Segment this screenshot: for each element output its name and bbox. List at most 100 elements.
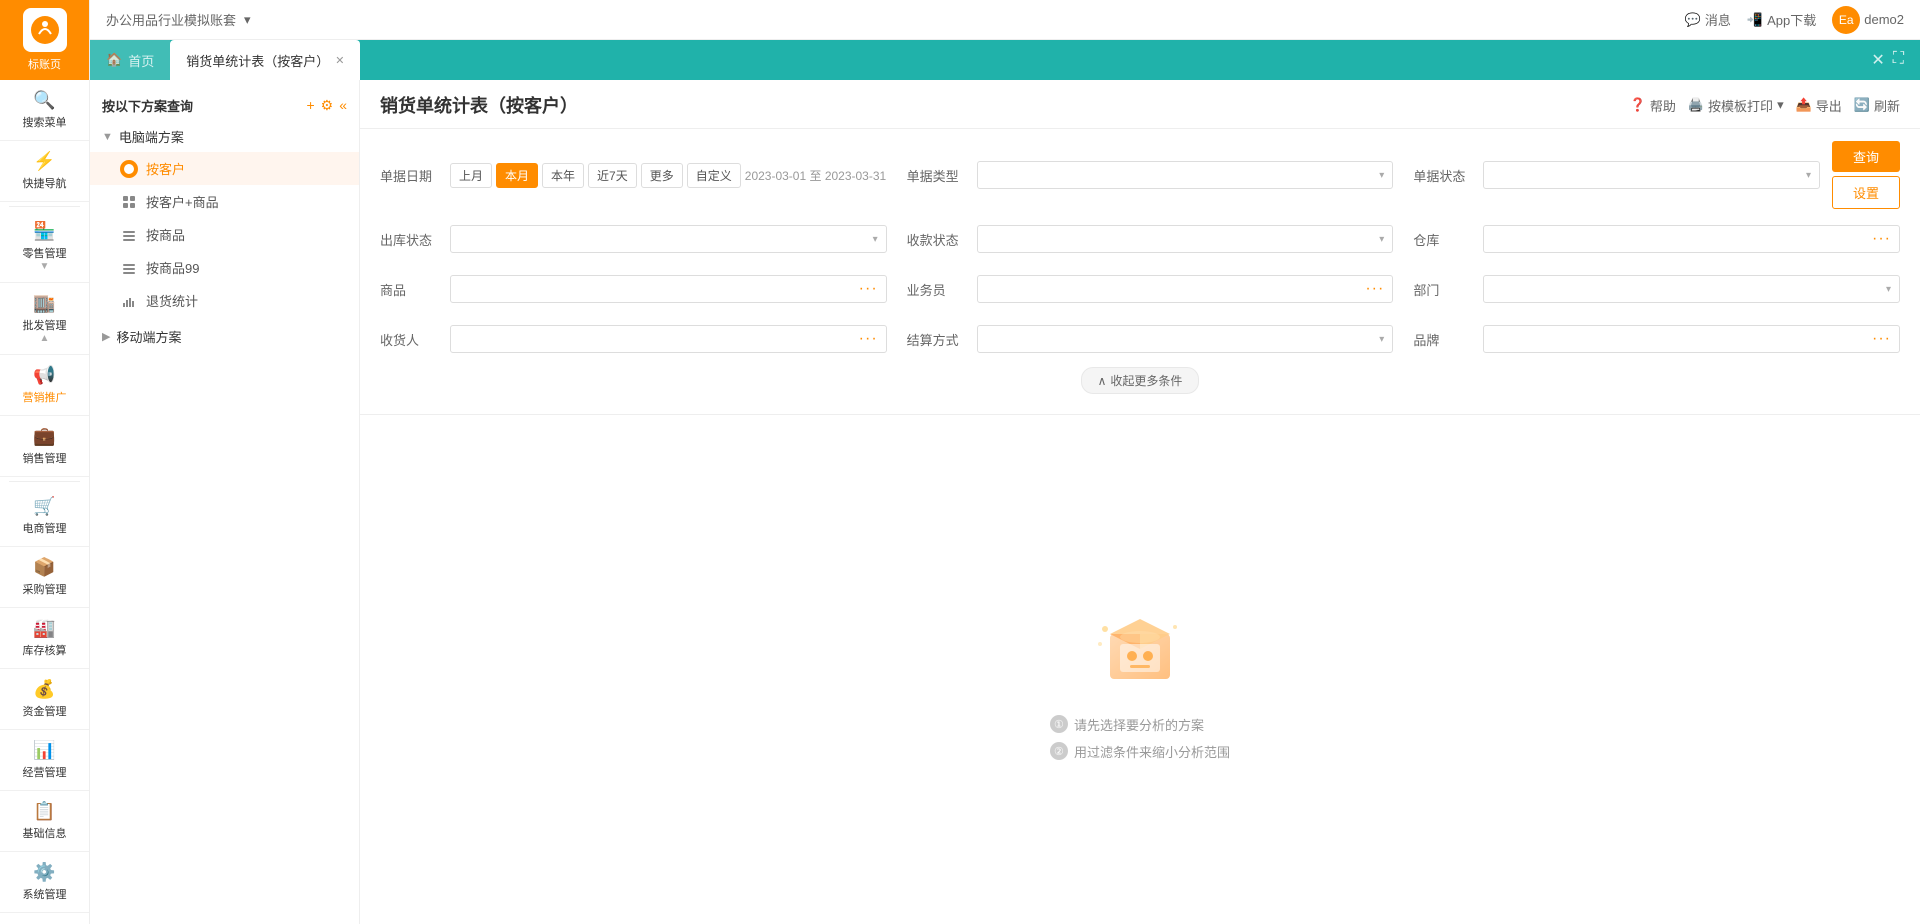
tabbar: 🏠 首页 销货单统计表（按客户） ✕ ✕ ⛶ — [90, 40, 1920, 80]
refresh-btn[interactable]: 🔄 刷新 — [1854, 96, 1900, 115]
settlement-control[interactable]: ▾ — [977, 325, 1394, 353]
scheme-item-by-product99[interactable]: 按商品99 — [90, 251, 359, 284]
order-status-control[interactable]: ▾ — [1483, 161, 1820, 189]
date-btn-this-year[interactable]: 本年 — [542, 163, 584, 188]
warehouse-dots[interactable]: ··· — [1872, 230, 1891, 248]
ship-status-label: 出库状态 — [380, 230, 450, 249]
scheme-item-by-customer-product[interactable]: 按客户+商品 — [90, 185, 359, 218]
brand-dots[interactable]: ··· — [1872, 330, 1891, 348]
help-btn[interactable]: ❓ 帮助 — [1630, 96, 1676, 115]
query-btn[interactable]: 查询 — [1832, 141, 1900, 172]
payment-status-control[interactable]: ▾ — [977, 225, 1394, 253]
sidebar-item-system[interactable]: ⚙️ 系统管理 — [0, 852, 89, 913]
sidebar-item-finance-label: 资金管理 — [23, 703, 67, 719]
tab-close-icon[interactable]: ✕ — [335, 54, 344, 67]
scheme-group-pc-header[interactable]: ▼ 电脑端方案 — [90, 121, 359, 152]
sales-icon: 💼 — [33, 426, 55, 447]
salesperson-label: 业务员 — [907, 280, 977, 299]
date-btn-custom[interactable]: 自定义 — [687, 163, 741, 188]
tab-home[interactable]: 🏠 首页 — [90, 40, 170, 80]
topbar-dropdown-icon[interactable]: ▾ — [244, 12, 251, 28]
sidebar-item-retail[interactable]: 🏪 零售管理 ▼ — [0, 211, 89, 283]
sidebar-item-wholesale-label: 批发管理 — [23, 317, 67, 333]
sidebar-item-ecommerce[interactable]: 🛒 电商管理 — [0, 486, 89, 547]
filter-brand: 品牌 ··· — [1393, 319, 1900, 359]
by-customer-product-icon — [120, 193, 138, 211]
system-icon: ⚙️ — [33, 862, 55, 883]
dept-control[interactable]: ▾ — [1483, 275, 1900, 303]
payment-status-arrow: ▾ — [1379, 234, 1384, 245]
wholesale-icon: 🏬 — [33, 293, 55, 314]
date-btn-last-month[interactable]: 上月 — [450, 163, 492, 188]
message-icon: 💬 — [1685, 12, 1701, 28]
logo-icon — [23, 8, 67, 52]
setting-btn[interactable]: 设置 — [1832, 176, 1900, 209]
sidebar-item-inventory[interactable]: 🏭 库存核算 — [0, 608, 89, 669]
product-dots[interactable]: ··· — [859, 280, 878, 298]
left-panel-actions: + ⚙ « — [306, 97, 347, 114]
home-icon: 🏠 — [106, 52, 122, 68]
sidebar-item-enterprise[interactable]: 🤝 企业协同 — [0, 913, 89, 924]
consignee-dots[interactable]: ··· — [859, 330, 878, 348]
product-control[interactable]: ··· — [450, 275, 887, 303]
print-btn[interactable]: 🖨️ 按模板打印 ▾ — [1688, 96, 1784, 115]
app-download-btn[interactable]: 📲 App下载 — [1747, 10, 1816, 29]
sidebar-item-sales-label: 销售管理 — [23, 450, 67, 466]
sidebar-item-marketing[interactable]: 📢 营销推广 — [0, 355, 89, 416]
ship-status-control[interactable]: ▾ — [450, 225, 887, 253]
export-btn[interactable]: 📤 导出 — [1796, 96, 1842, 115]
collapse-label: 收起更多条件 — [1110, 372, 1182, 389]
settlement-label: 结算方式 — [907, 330, 977, 349]
consignee-control[interactable]: ··· — [450, 325, 887, 353]
message-btn[interactable]: 💬 消息 — [1685, 10, 1731, 29]
filter-settlement: 结算方式 ▾ — [887, 319, 1394, 359]
scheme-item-by-customer[interactable]: 按客户 — [90, 152, 359, 185]
page-actions: ❓ 帮助 🖨️ 按模板打印 ▾ 📤 导出 🔄 刷新 — [1630, 96, 1900, 115]
date-btn-more[interactable]: 更多 — [641, 163, 683, 188]
sidebar-item-basic-label: 基础信息 — [23, 825, 67, 841]
scheme-add-btn[interactable]: + — [306, 97, 314, 114]
sidebar-item-quicknav[interactable]: ⚡ 快捷导航 — [0, 141, 89, 202]
date-btn-this-month[interactable]: 本月 — [496, 163, 538, 188]
date-btn-7days[interactable]: 近7天 — [588, 163, 637, 188]
tip-num-2: ② — [1050, 742, 1068, 760]
by-product99-icon — [120, 259, 138, 277]
scheme-item-by-product[interactable]: 按商品 — [90, 218, 359, 251]
brand-control[interactable]: ··· — [1483, 325, 1900, 353]
refresh-icon: 🔄 — [1854, 97, 1870, 113]
order-type-control[interactable]: ▾ — [977, 161, 1394, 189]
salesperson-control[interactable]: ··· — [977, 275, 1394, 303]
inventory-icon: 🏭 — [33, 618, 55, 639]
scheme-item-return-stat[interactable]: 退货统计 — [90, 284, 359, 317]
page-title: 销货单统计表（按客户） — [380, 92, 578, 118]
warehouse-control[interactable]: ··· — [1483, 225, 1900, 253]
tab-close-all-btn[interactable]: ✕ — [1871, 50, 1884, 70]
filter-dept: 部门 ▾ — [1393, 269, 1900, 309]
scheme-group-mobile-header[interactable]: ▶ 移动端方案 — [90, 321, 359, 352]
sidebar-item-inventory-label: 库存核算 — [23, 642, 67, 658]
product-label: 商品 — [380, 280, 450, 299]
pc-group-label: 电脑端方案 — [119, 127, 184, 146]
ship-status-arrow: ▾ — [873, 234, 878, 245]
filter-date: 单据日期 上月 本月 本年 近7天 更多 自定义 2023-03-01 至 20… — [380, 141, 887, 209]
tab-sales-stat[interactable]: 销货单统计表（按客户） ✕ — [170, 40, 360, 80]
topbar: 办公用品行业模拟账套 ▾ 💬 消息 📲 App下载 Ea demo2 — [90, 0, 1920, 40]
salesperson-dots[interactable]: ··· — [1365, 280, 1384, 298]
scheme-collapse-btn[interactable]: « — [339, 97, 347, 114]
sidebar-item-wholesale[interactable]: 🏬 批发管理 ▲ — [0, 283, 89, 355]
finance-icon: 💰 — [33, 679, 55, 700]
filter-order-type: 单据类型 ▾ — [887, 141, 1394, 209]
sidebar-item-operation[interactable]: 📊 经营管理 — [0, 730, 89, 791]
filter-salesperson: 业务员 ··· — [887, 269, 1394, 309]
sidebar-item-finance[interactable]: 💰 资金管理 — [0, 669, 89, 730]
tab-expand-btn[interactable]: ⛶ — [1893, 50, 1904, 70]
sidebar-item-basic[interactable]: 📋 基础信息 — [0, 791, 89, 852]
collapse-btn[interactable]: ∧ 收起更多条件 — [1081, 367, 1200, 394]
scheme-settings-btn[interactable]: ⚙ — [321, 97, 334, 114]
user-area[interactable]: Ea demo2 — [1832, 6, 1904, 34]
sidebar-item-purchase[interactable]: 📦 采购管理 — [0, 547, 89, 608]
sidebar-item-search[interactable]: 🔍 搜索菜单 — [0, 80, 89, 141]
scheme-item-by-product-label: 按商品 — [146, 225, 185, 244]
sidebar-item-sales[interactable]: 💼 销售管理 — [0, 416, 89, 477]
filter-payment-status: 收款状态 ▾ — [887, 219, 1394, 259]
